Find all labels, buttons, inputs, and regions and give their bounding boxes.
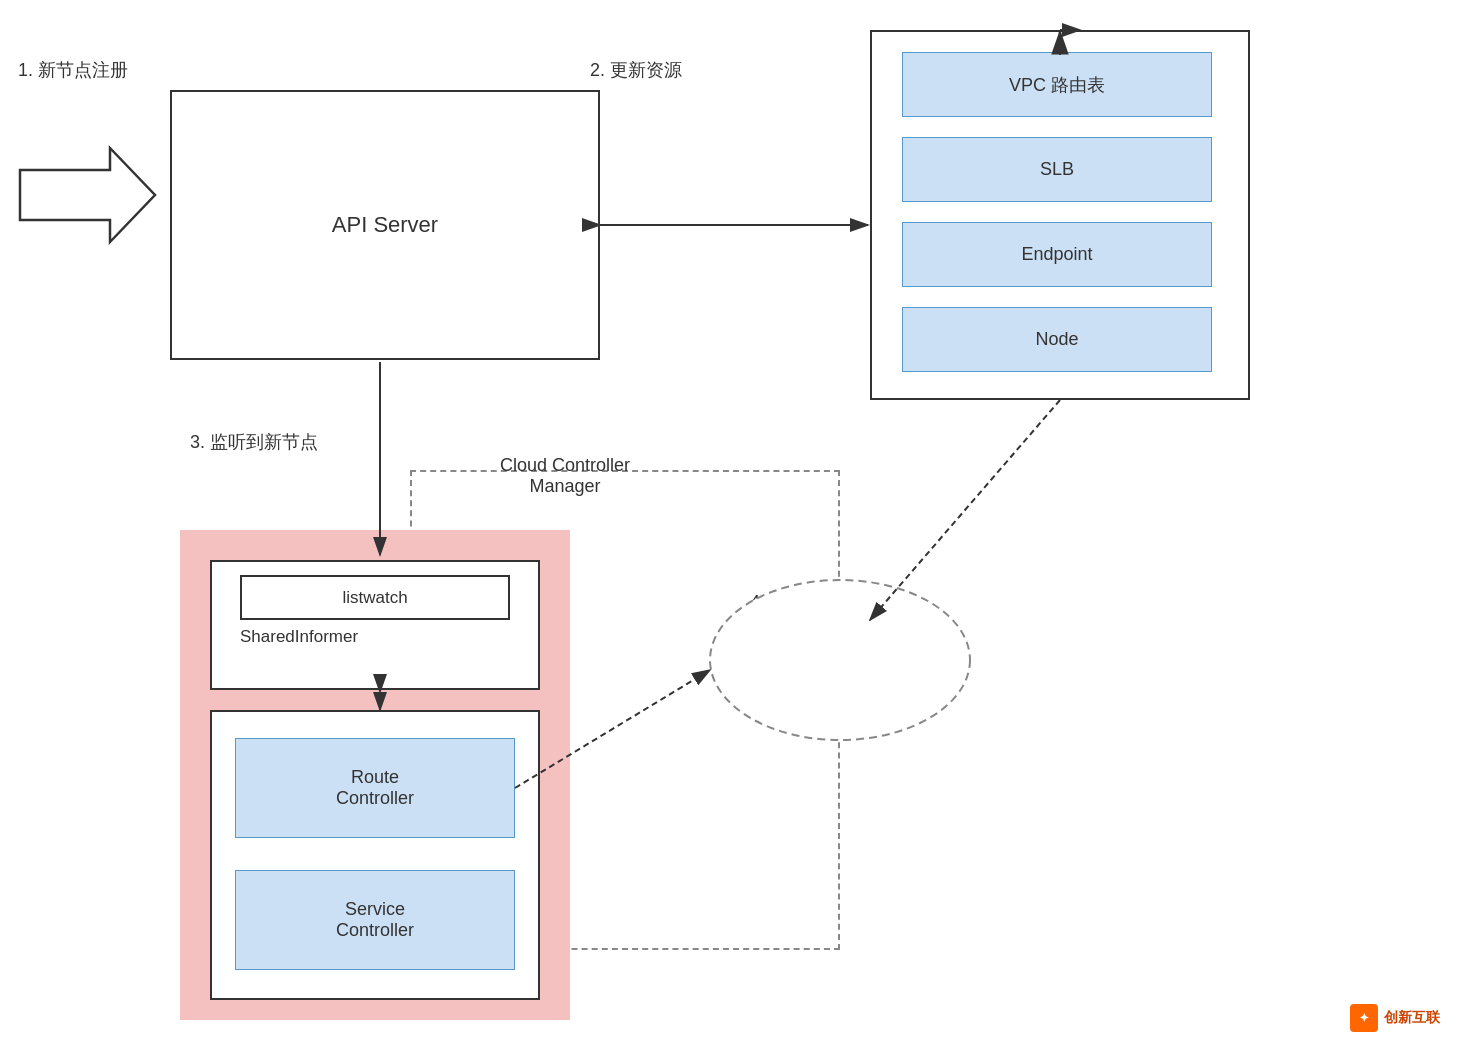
watermark-icon: ✦ xyxy=(1350,1004,1378,1032)
ccm-label: Cloud Controller Manager xyxy=(500,455,630,497)
slb-item: SLB xyxy=(902,137,1212,202)
new-node-arrow xyxy=(20,148,155,242)
step2-label: 2. 更新资源 xyxy=(590,58,682,82)
step3-label: 3. 监听到新节点 xyxy=(190,430,318,454)
diagram-container: 1. 新节点注册 2. 更新资源 API Server VPC 路由表 SLB … xyxy=(0,0,1470,1052)
service-controller-box: Service Controller xyxy=(235,870,515,970)
route-controller-box: Route Controller xyxy=(235,738,515,838)
vpc-to-bubble-arrow xyxy=(870,400,1060,620)
endpoint-item: Endpoint xyxy=(902,222,1212,287)
cloud-resources-box: VPC 路由表 SLB Endpoint Node xyxy=(870,30,1250,400)
listwatch-box: listwatch xyxy=(240,575,510,620)
api-server-label: API Server xyxy=(332,212,438,238)
step4-label: 4. 创建路由表项 xyxy=(750,590,878,614)
api-server-box: API Server xyxy=(170,90,600,360)
node-item: Node xyxy=(902,307,1212,372)
step1-label: 1. 新节点注册 xyxy=(18,58,128,82)
watermark-text: 创新互联 xyxy=(1384,1009,1440,1027)
vpc-route-item: VPC 路由表 xyxy=(902,52,1212,117)
shared-informer-label: SharedInformer xyxy=(240,627,358,647)
watermark: ✦ 创新互联 xyxy=(1350,1004,1440,1032)
